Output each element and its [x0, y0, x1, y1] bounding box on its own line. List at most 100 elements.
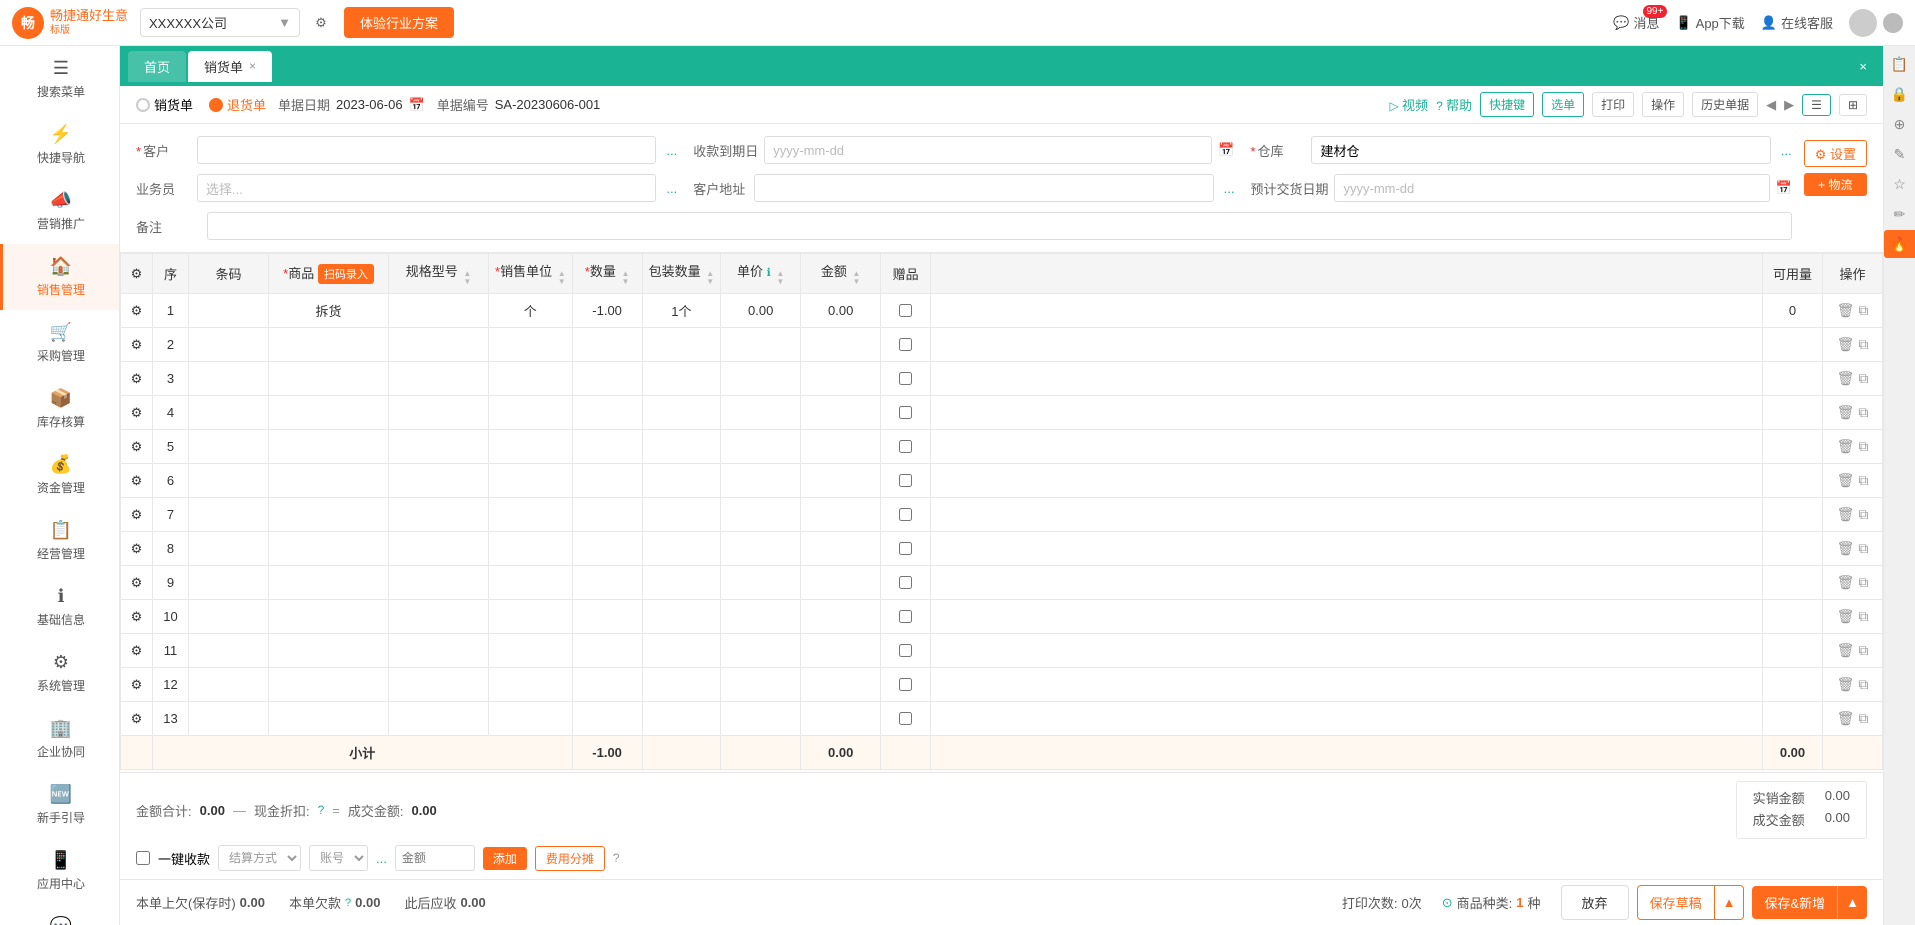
row2-gear[interactable]: ⚙: [121, 328, 153, 362]
panel-btn-1[interactable]: 📋: [1886, 50, 1914, 78]
sidebar-item-search[interactable]: ☰ 搜索菜单: [0, 46, 119, 112]
panel-btn-3[interactable]: ⊕: [1886, 110, 1914, 138]
unit-sort-icon[interactable]: ▲▼: [558, 270, 566, 286]
customer-input[interactable]: [197, 136, 656, 164]
qty-sort-icon[interactable]: ▲▼: [621, 270, 629, 286]
app-download-button[interactable]: 📱 App下载: [1675, 13, 1744, 32]
help-btn[interactable]: ? 帮助: [1436, 95, 1472, 114]
radio-return[interactable]: 退货单: [209, 95, 266, 114]
salesperson-dots[interactable]: ...: [666, 181, 677, 196]
avatar2[interactable]: [1883, 13, 1903, 33]
account-select[interactable]: 账号: [309, 845, 368, 871]
panel-btn-6[interactable]: ✏: [1886, 200, 1914, 228]
list-view-btn[interactable]: ☰: [1802, 94, 1831, 116]
discount-info-icon[interactable]: ?: [318, 803, 325, 817]
print-btn[interactable]: 打印: [1592, 92, 1634, 117]
sidebar-item-capital[interactable]: 💰 资金管理: [0, 442, 119, 508]
amount-input[interactable]: [395, 845, 475, 871]
grid-view-btn[interactable]: ⊞: [1839, 94, 1867, 116]
warehouse-dots[interactable]: ...: [1781, 143, 1792, 158]
panel-btn-5[interactable]: ☆: [1886, 170, 1914, 198]
sidebar-item-purchase[interactable]: 🛒 采购管理: [0, 310, 119, 376]
company-selector[interactable]: XXXXXX公司 ▼: [140, 8, 300, 37]
delivery-calendar-icon[interactable]: 📅: [1776, 180, 1792, 196]
panel-btn-4[interactable]: ✎: [1886, 140, 1914, 168]
customer-dots[interactable]: ...: [666, 143, 677, 158]
sidebar-item-marketing[interactable]: 📣 营销推广: [0, 178, 119, 244]
col-gear-header[interactable]: ⚙: [121, 254, 153, 294]
row1-qty[interactable]: -1.00: [572, 294, 642, 328]
sidebar-item-app[interactable]: 📱 应用中心: [0, 838, 119, 904]
amount-sort-icon[interactable]: ▲▼: [853, 270, 861, 286]
tab-bar-close-btn[interactable]: ×: [1851, 59, 1875, 74]
tab-home[interactable]: 首页: [128, 51, 186, 82]
save-draft-main[interactable]: 保存草稿: [1638, 886, 1714, 919]
payment-calendar-icon[interactable]: 📅: [1218, 142, 1234, 158]
calc-method-select[interactable]: 结算方式: [218, 845, 301, 871]
save-draft-arrow[interactable]: ▲: [1714, 886, 1744, 919]
nav-prev-icon[interactable]: ◀: [1766, 97, 1776, 113]
row1-spec[interactable]: [389, 294, 489, 328]
sidebar-item-system[interactable]: ⚙ 系统管理: [0, 640, 119, 706]
sidebar-item-enterprise[interactable]: 🏢 企业协同: [0, 706, 119, 772]
account-dots[interactable]: ...: [376, 851, 387, 866]
one-click-payment-checkbox[interactable]: [136, 851, 150, 865]
tab-close-icon[interactable]: ×: [249, 59, 256, 73]
salesperson-input[interactable]: 选择...: [197, 174, 656, 202]
row1-gift[interactable]: [881, 294, 931, 328]
shortcut-btn[interactable]: 快捷键: [1480, 92, 1534, 117]
discard-button[interactable]: 放弃: [1561, 885, 1629, 920]
fee-help-icon[interactable]: ?: [613, 851, 620, 865]
delivery-date-input[interactable]: yyyy-mm-dd: [1334, 174, 1769, 202]
settings-button[interactable]: ⚙ 设置: [1804, 140, 1867, 167]
pkg-sort-icon[interactable]: ▲▼: [706, 270, 714, 286]
warehouse-input[interactable]: 建材仓: [1311, 136, 1770, 164]
row1-unit[interactable]: 个: [489, 294, 573, 328]
customer-addr-dots[interactable]: ...: [1224, 181, 1235, 196]
spec-sort-icon[interactable]: ▲▼: [463, 270, 471, 286]
add-payment-btn[interactable]: 添加: [483, 847, 527, 870]
row1-pkgqty[interactable]: 1个: [642, 294, 721, 328]
online-service-button[interactable]: 👤 在线客服: [1761, 13, 1833, 32]
note-input[interactable]: [207, 212, 1792, 240]
panel-btn-2[interactable]: 🔒: [1886, 80, 1914, 108]
row1-barcode[interactable]: [189, 294, 269, 328]
payment-date-input[interactable]: yyyy-mm-dd: [764, 136, 1212, 164]
balance-total-info-icon[interactable]: ?: [345, 897, 351, 909]
calendar-icon[interactable]: 📅: [409, 97, 425, 113]
sidebar-item-sales[interactable]: 🏠 销售管理: [0, 244, 119, 310]
sidebar-item-basic[interactable]: ℹ 基础信息: [0, 574, 119, 640]
price-info-icon[interactable]: ℹ: [767, 267, 771, 279]
logistics-button[interactable]: + 物流: [1804, 173, 1867, 196]
radio-sales[interactable]: 销货单: [136, 95, 193, 114]
video-btn[interactable]: ▷ 视频: [1389, 95, 1428, 114]
price-sort-icon[interactable]: ▲▼: [776, 270, 784, 286]
row1-product[interactable]: 拆货: [269, 294, 389, 328]
tab-sales-order[interactable]: 销货单 ×: [188, 51, 272, 82]
sidebar-item-ops[interactable]: 📋 经营管理: [0, 508, 119, 574]
operation-btn[interactable]: 操作: [1642, 92, 1684, 117]
row1-gift-checkbox[interactable]: [899, 304, 912, 317]
row1-copy-icon[interactable]: ⧉: [1858, 302, 1868, 319]
sidebar-item-quick-nav[interactable]: ⚡ 快捷导航: [0, 112, 119, 178]
customer-addr-input[interactable]: [754, 174, 1213, 202]
sidebar-item-wechat[interactable]: 💬 企业微信: [0, 904, 119, 925]
nav-next-icon[interactable]: ▶: [1784, 97, 1794, 113]
scan-barcode-btn[interactable]: 扫码录入: [318, 264, 374, 284]
row1-amount[interactable]: 0.00: [801, 294, 881, 328]
sidebar-item-guide[interactable]: 🆕 新手引导: [0, 772, 119, 838]
row1-gear[interactable]: ⚙: [121, 294, 153, 328]
trial-button[interactable]: 体验行业方案: [344, 7, 454, 38]
select-order-btn[interactable]: 选单: [1542, 92, 1584, 117]
history-btn[interactable]: 历史单据: [1692, 92, 1758, 117]
save-new-main[interactable]: 保存&新增: [1752, 886, 1837, 919]
message-button[interactable]: 💬 消息 99+: [1613, 13, 1659, 32]
panel-btn-7[interactable]: 🔥: [1884, 230, 1915, 258]
row1-price[interactable]: 0.00: [721, 294, 801, 328]
company-settings-icon[interactable]: ⚙: [306, 8, 336, 38]
sidebar-item-inventory[interactable]: 📦 库存核算: [0, 376, 119, 442]
save-new-arrow[interactable]: ▲: [1837, 886, 1867, 919]
row1-delete-icon[interactable]: 🗑: [1837, 302, 1855, 319]
fee-split-btn[interactable]: 费用分摊: [535, 846, 605, 871]
avatar[interactable]: [1849, 9, 1877, 37]
